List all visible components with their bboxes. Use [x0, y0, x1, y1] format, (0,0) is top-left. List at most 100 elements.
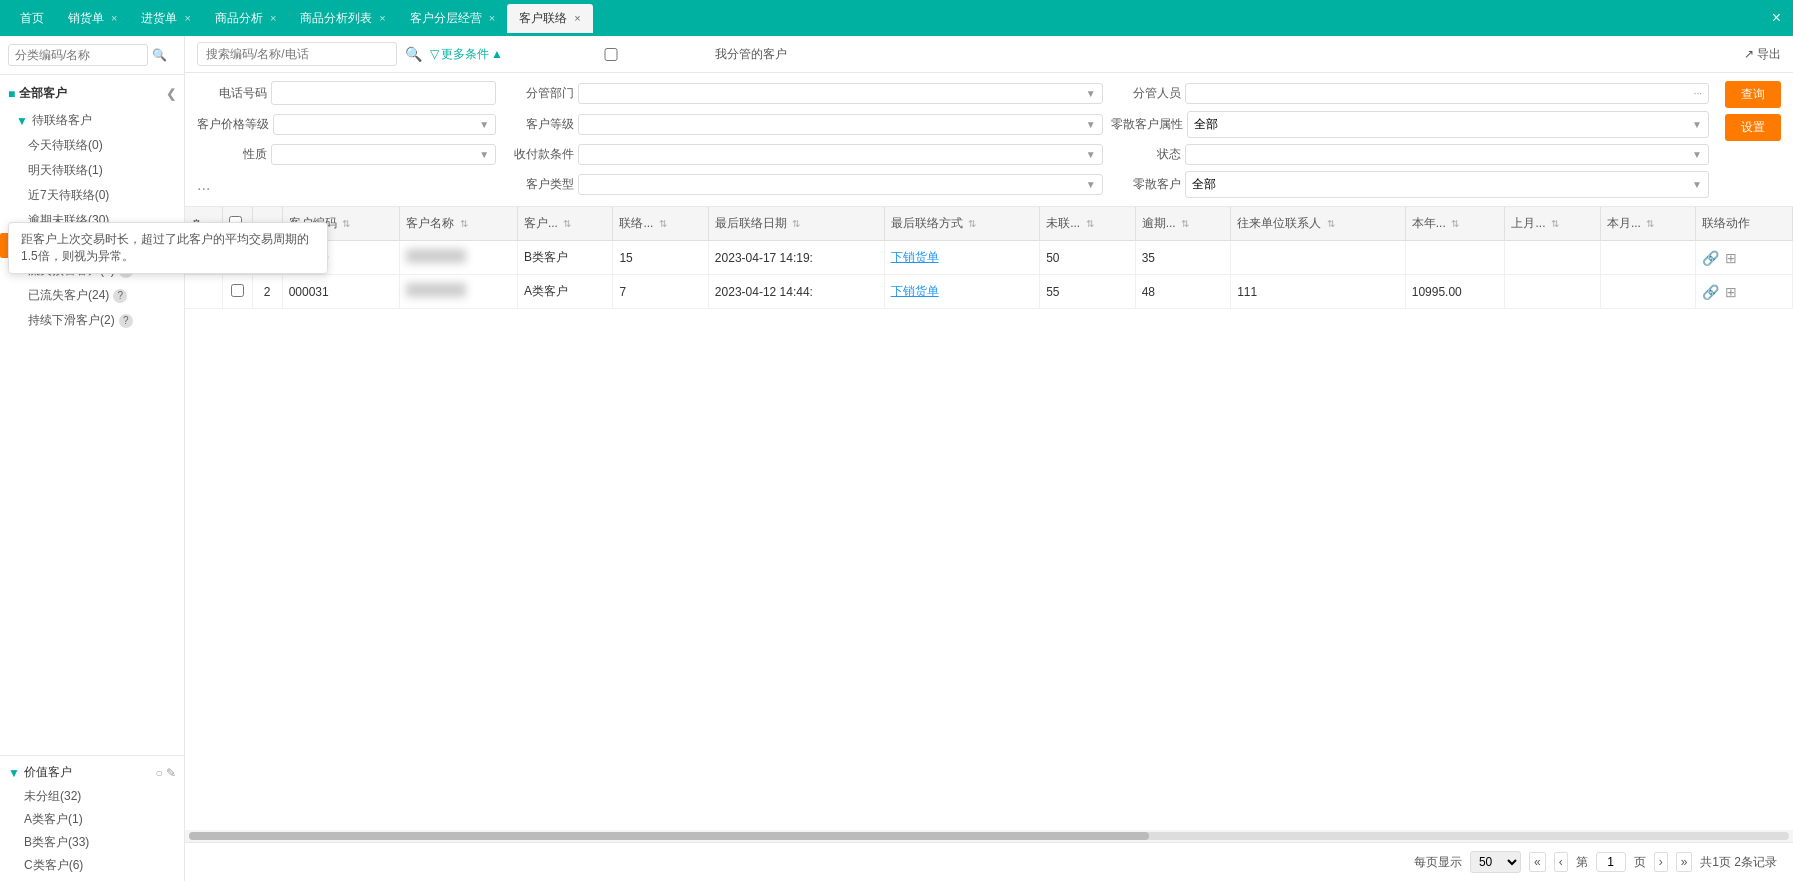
sidebar-tree: ■ 全部客户 ❮ ▼ 待联络客户 今天待联络(0) 明天待联络(1) 近7天待联… — [0, 75, 184, 755]
category-search-input[interactable] — [8, 44, 148, 66]
page-number-input[interactable] — [1596, 852, 1626, 872]
phone-input[interactable] — [271, 81, 496, 105]
value-customers-header[interactable]: ▼ 价值客户 ○ ✎ — [0, 760, 184, 785]
row2-name — [400, 275, 518, 309]
search-input[interactable] — [197, 42, 397, 66]
col-unit-sort[interactable]: ⇅ — [1327, 218, 1335, 229]
row1-link-icon[interactable]: 🔗 — [1702, 250, 1719, 266]
row2-this-month — [1600, 275, 1695, 309]
manager-select[interactable]: ··· — [1185, 83, 1709, 104]
col-last-month-sort[interactable]: ⇅ — [1551, 218, 1559, 229]
prev-page-button[interactable]: ‹ — [1554, 852, 1568, 872]
row1-this-year — [1405, 241, 1505, 275]
tab-sales-order[interactable]: 销货单 × — [56, 4, 129, 33]
sidebar-item-already-lost[interactable]: 已流失客户(24) ? — [0, 283, 184, 308]
window-close-button[interactable]: × — [1772, 9, 1781, 27]
last-page-button[interactable]: » — [1676, 852, 1693, 872]
row2-select-checkbox[interactable] — [231, 284, 244, 297]
price-grade-filter-field: 客户价格等级 ▼ — [197, 114, 496, 135]
col-this-year-sort[interactable]: ⇅ — [1451, 218, 1459, 229]
row1-grid-icon[interactable]: ⊞ — [1725, 250, 1737, 266]
next-page-button[interactable]: › — [1654, 852, 1668, 872]
tab-sales-order-close[interactable]: × — [111, 12, 117, 24]
more-dots[interactable]: ... — [197, 176, 210, 194]
col-grade-sort[interactable]: ⇅ — [563, 218, 571, 229]
gender-select[interactable]: ▼ — [271, 144, 496, 165]
row1-not-contact: 50 — [1040, 241, 1135, 275]
my-customer-checkbox[interactable] — [511, 48, 711, 61]
customer-grade-select[interactable]: ▼ — [578, 114, 1102, 135]
status-select[interactable]: ▼ — [1185, 144, 1709, 165]
col-grade: 客户... ⇅ — [517, 207, 612, 241]
sidebar-group-a-class[interactable]: A类客户(1) — [0, 808, 184, 831]
sidebar-group-c-class[interactable]: C类客户(6) — [0, 854, 184, 877]
row1-action-icons: 🔗 ⊞ — [1702, 250, 1786, 266]
row2-this-year: 10995.00 — [1405, 275, 1505, 309]
main-layout: 🔍 ■ 全部客户 ❮ ▼ 待联络客户 今天待联络(0) 明天待联络(1) 近7天… — [0, 36, 1793, 881]
col-this-month-sort[interactable]: ⇅ — [1646, 218, 1654, 229]
col-method-sort[interactable]: ⇅ — [968, 218, 976, 229]
first-page-button[interactable]: « — [1529, 852, 1546, 872]
row2-last-method: 下销货单 — [884, 275, 1040, 309]
tab-purchase-order[interactable]: 进货单 × — [129, 4, 202, 33]
retail-attr-select[interactable]: 全部 ▼ — [1187, 111, 1709, 138]
per-page-select[interactable]: 50 10 20 100 — [1470, 851, 1521, 873]
tab-purchase-order-close[interactable]: × — [184, 12, 190, 24]
col-overdue-sort[interactable]: ⇅ — [1181, 218, 1189, 229]
more-filter-button[interactable]: ▽ 更多条件 ▲ — [430, 46, 503, 63]
filter-row-1: 电话号码 分管部门 ▼ 分管人员 — [197, 81, 1709, 105]
col-date-sort[interactable]: ⇅ — [792, 218, 800, 229]
row2-num: 2 — [252, 275, 282, 309]
col-code-sort[interactable]: ⇅ — [342, 218, 350, 229]
customer-grade-label: 客户等级 — [504, 116, 574, 133]
col-last-contact-date: 最后联络日期 ⇅ — [708, 207, 884, 241]
col-not-contact-sort[interactable]: ⇅ — [1086, 218, 1094, 229]
col-name-sort[interactable]: ⇅ — [460, 218, 468, 229]
table-row: 1 000039 B类客户 15 — [185, 241, 1793, 275]
customer-type-select[interactable]: ▼ — [578, 174, 1102, 195]
tab-product-analysis-close[interactable]: × — [270, 12, 276, 24]
payment-label: 收付款条件 — [504, 146, 574, 163]
continuous-down-hint-icon[interactable]: ? — [119, 314, 133, 328]
tab-customer-segment[interactable]: 客户分层经营 × — [398, 4, 507, 33]
sidebar-item-continuous-down[interactable]: 持续下滑客户(2) ? — [0, 308, 184, 333]
dept-select[interactable]: ▼ — [578, 83, 1102, 104]
search-icon[interactable]: 🔍 — [405, 46, 422, 62]
payment-select[interactable]: ▼ — [578, 144, 1102, 165]
tab-product-analysis-list[interactable]: 商品分析列表 × — [288, 4, 397, 33]
sidebar-group-b-class[interactable]: B类客户(33) — [0, 831, 184, 854]
sidebar-group-unclassified[interactable]: 未分组(32) — [0, 785, 184, 808]
already-lost-hint-icon[interactable]: ? — [113, 289, 127, 303]
scrollbar-track[interactable] — [189, 832, 1789, 840]
row2-action: 🔗 ⊞ — [1696, 275, 1793, 309]
sidebar-collapse-button[interactable]: ❮ — [166, 87, 176, 101]
sidebar-item-7days-pending[interactable]: 近7天待联络(0) — [0, 183, 184, 208]
tab-customer-contact[interactable]: 客户联络 × — [507, 4, 592, 33]
row2-grid-icon[interactable]: ⊞ — [1725, 284, 1737, 300]
setting-button[interactable]: 设置 — [1725, 114, 1781, 141]
horizontal-scrollbar[interactable] — [185, 830, 1793, 842]
category-search-icon[interactable]: 🔍 — [152, 48, 167, 62]
tab-product-analysis-list-close[interactable]: × — [379, 12, 385, 24]
dept-filter-field: 分管部门 ▼ — [504, 83, 1102, 104]
col-contact-sort[interactable]: ⇅ — [659, 218, 667, 229]
retail-customer-select[interactable]: 全部 ▼ — [1185, 171, 1709, 198]
all-customers-header[interactable]: ■ 全部客户 ❮ — [0, 79, 184, 108]
tab-customer-contact-close[interactable]: × — [574, 12, 580, 24]
table-row: 2 000031 A类客户 7 — [185, 275, 1793, 309]
sidebar-item-tomorrow-pending[interactable]: 明天待联络(1) — [0, 158, 184, 183]
tab-product-analysis[interactable]: 商品分析 × — [203, 4, 288, 33]
export-button[interactable]: ↗ 导出 — [1744, 46, 1781, 63]
my-customer-checkbox-label[interactable]: 我分管的客户 — [511, 46, 787, 63]
price-grade-select[interactable]: ▼ — [273, 114, 496, 135]
row2-link-icon[interactable]: 🔗 — [1702, 284, 1719, 300]
tab-home[interactable]: 首页 — [8, 4, 56, 33]
gender-filter-field: 性质 ▼ — [197, 144, 496, 165]
value-customers-edit-icon[interactable]: ○ ✎ — [155, 766, 176, 780]
sidebar-item-today-pending[interactable]: 今天待联络(0) — [0, 133, 184, 158]
query-button[interactable]: 查询 — [1725, 81, 1781, 108]
tab-customer-segment-close[interactable]: × — [489, 12, 495, 24]
pending-contact-section[interactable]: ▼ 待联络客户 — [0, 108, 184, 133]
pagination-bar: 每页显示 50 10 20 100 « ‹ 第 页 › » 共1页 2条记录 — [185, 842, 1793, 881]
scrollbar-thumb[interactable] — [189, 832, 1149, 840]
